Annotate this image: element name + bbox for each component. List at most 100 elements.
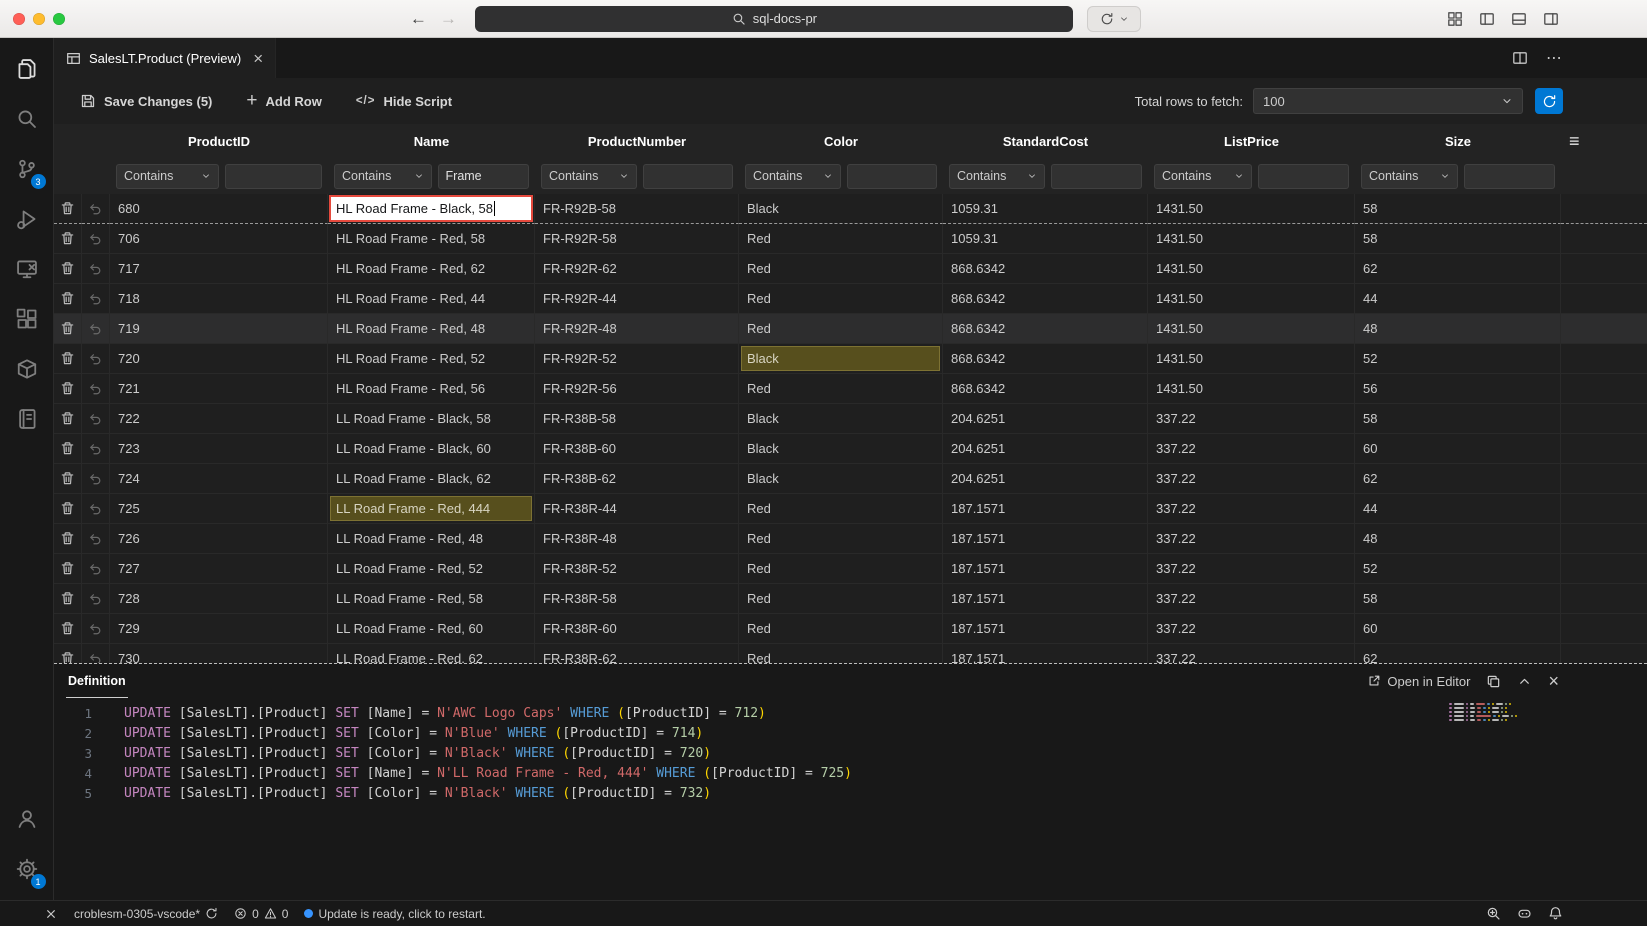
notifications-bell-icon[interactable] <box>1548 906 1563 921</box>
cell-size[interactable]: 60 <box>1355 434 1561 464</box>
filter-input-size[interactable] <box>1464 164 1555 189</box>
column-header-standardcost[interactable]: StandardCost <box>943 124 1148 158</box>
cell-color[interactable]: Black <box>739 404 943 434</box>
cell-color[interactable]: Red <box>739 374 943 404</box>
split-editor-icon[interactable] <box>1512 50 1528 66</box>
cell-standardcost[interactable]: 868.6342 <box>943 314 1148 344</box>
cell-size[interactable]: 48 <box>1355 314 1561 344</box>
cell-standardcost[interactable]: 187.1571 <box>943 584 1148 614</box>
activity-notebooks[interactable] <box>0 394 54 444</box>
cell-color[interactable]: Black <box>739 194 943 224</box>
cell-productid[interactable]: 718 <box>110 284 328 314</box>
cell-listprice[interactable]: 1431.50 <box>1148 194 1355 224</box>
cell-color[interactable]: Red <box>739 494 943 524</box>
cell-listprice[interactable]: 337.22 <box>1148 494 1355 524</box>
cell-size[interactable]: 56 <box>1355 374 1561 404</box>
filter-input-listprice[interactable] <box>1258 164 1349 189</box>
revert-row-button[interactable] <box>82 644 110 664</box>
cell-name[interactable]: HL Road Frame - Red, 56 <box>328 374 535 404</box>
activity-explorer[interactable] <box>0 44 54 94</box>
cell-editor-input[interactable]: HL Road Frame - Black, 58 <box>329 195 533 222</box>
cell-productnumber[interactable]: FR-R38B-58 <box>535 404 739 434</box>
activity-accounts[interactable] <box>0 794 54 844</box>
panel-tab-definition[interactable]: Definition <box>66 664 128 698</box>
delete-row-button[interactable] <box>54 464 82 494</box>
column-header-name[interactable]: Name <box>328 124 535 158</box>
delete-row-button[interactable] <box>54 224 82 254</box>
cell-size[interactable]: 58 <box>1355 224 1561 254</box>
remote-indicator-icon[interactable] <box>44 907 58 921</box>
cell-standardcost[interactable]: 204.6251 <box>943 464 1148 494</box>
cell-size[interactable]: 58 <box>1355 404 1561 434</box>
zoom-window-button[interactable] <box>53 13 65 25</box>
filter-operator-name[interactable]: Contains <box>334 164 432 189</box>
cell-productid[interactable]: 719 <box>110 314 328 344</box>
cell-standardcost[interactable]: 187.1571 <box>943 494 1148 524</box>
delete-row-button[interactable] <box>54 344 82 374</box>
column-menu-icon[interactable]: ≡ <box>1569 131 1580 152</box>
revert-row-button[interactable] <box>82 494 110 524</box>
cell-listprice[interactable]: 1431.50 <box>1148 254 1355 284</box>
column-header-productnumber[interactable]: ProductNumber <box>535 124 739 158</box>
revert-row-button[interactable] <box>82 614 110 644</box>
activity-remote-monitor[interactable] <box>0 244 54 294</box>
filter-operator-listprice[interactable]: Contains <box>1154 164 1252 189</box>
cell-productid[interactable]: 680 <box>110 194 328 224</box>
cell-listprice[interactable]: 337.22 <box>1148 464 1355 494</box>
delete-row-button[interactable] <box>54 254 82 284</box>
filter-operator-standardcost[interactable]: Contains <box>949 164 1045 189</box>
delete-row-button[interactable] <box>54 644 82 664</box>
cell-standardcost[interactable]: 187.1571 <box>943 554 1148 584</box>
cell-listprice[interactable]: 337.22 <box>1148 584 1355 614</box>
filter-operator-size[interactable]: Contains <box>1361 164 1458 189</box>
cell-productnumber[interactable]: FR-R92R-48 <box>535 314 739 344</box>
close-tab-icon[interactable]: × <box>253 50 263 67</box>
revert-row-button[interactable] <box>82 194 110 224</box>
toggle-secondary-sidebar-icon[interactable] <box>1543 11 1559 27</box>
filter-input-standardcost[interactable] <box>1051 164 1142 189</box>
revert-row-button[interactable] <box>82 224 110 254</box>
cell-color[interactable]: Red <box>739 224 943 254</box>
cell-standardcost[interactable]: 868.6342 <box>943 254 1148 284</box>
cell-listprice[interactable]: 337.22 <box>1148 644 1355 664</box>
column-header-color[interactable]: Color <box>739 124 943 158</box>
cell-listprice[interactable]: 337.22 <box>1148 614 1355 644</box>
cell-standardcost[interactable]: 868.6342 <box>943 284 1148 314</box>
cell-standardcost[interactable]: 204.6251 <box>943 404 1148 434</box>
delete-row-button[interactable] <box>54 434 82 464</box>
activity-settings[interactable]: 1 <box>0 844 54 894</box>
cell-name[interactable]: LL Road Frame - Black, 62 <box>328 464 535 494</box>
delete-row-button[interactable] <box>54 584 82 614</box>
cell-name[interactable]: LL Road Frame - Red, 60 <box>328 614 535 644</box>
cell-listprice[interactable]: 1431.50 <box>1148 284 1355 314</box>
save-changes-button[interactable]: Save Changes (5) <box>80 93 212 109</box>
cell-name[interactable]: LL Road Frame - Red, 52 <box>328 554 535 584</box>
cell-size[interactable]: 58 <box>1355 584 1561 614</box>
activity-sql-projects[interactable] <box>0 344 54 394</box>
cell-standardcost[interactable]: 204.6251 <box>943 434 1148 464</box>
maximize-panel-icon[interactable] <box>1517 674 1532 689</box>
cell-size[interactable]: 48 <box>1355 524 1561 554</box>
delete-row-button[interactable] <box>54 554 82 584</box>
cell-listprice[interactable]: 1431.50 <box>1148 374 1355 404</box>
cell-size[interactable]: 44 <box>1355 494 1561 524</box>
filter-operator-color[interactable]: Contains <box>745 164 841 189</box>
toggle-sidebar-icon[interactable] <box>1479 11 1495 27</box>
filter-input-name[interactable]: Frame <box>438 164 529 189</box>
revert-row-button[interactable] <box>82 284 110 314</box>
revert-row-button[interactable] <box>82 404 110 434</box>
cell-size[interactable]: 62 <box>1355 464 1561 494</box>
cell-name[interactable]: HL Road Frame - Red, 44 <box>328 284 535 314</box>
cell-color[interactable]: Red <box>739 314 943 344</box>
cell-productnumber[interactable]: FR-R92B-58 <box>535 194 739 224</box>
cell-productid[interactable]: 729 <box>110 614 328 644</box>
revert-row-button[interactable] <box>82 584 110 614</box>
cell-color[interactable]: Red <box>739 284 943 314</box>
cell-color[interactable]: Red <box>739 614 943 644</box>
cell-size[interactable]: 62 <box>1355 254 1561 284</box>
column-header-listprice[interactable]: ListPrice <box>1148 124 1355 158</box>
cell-listprice[interactable]: 337.22 <box>1148 554 1355 584</box>
filter-operator-productid[interactable]: Contains <box>116 164 219 189</box>
cell-productnumber[interactable]: FR-R92R-56 <box>535 374 739 404</box>
column-header-productid[interactable]: ProductID <box>110 124 328 158</box>
